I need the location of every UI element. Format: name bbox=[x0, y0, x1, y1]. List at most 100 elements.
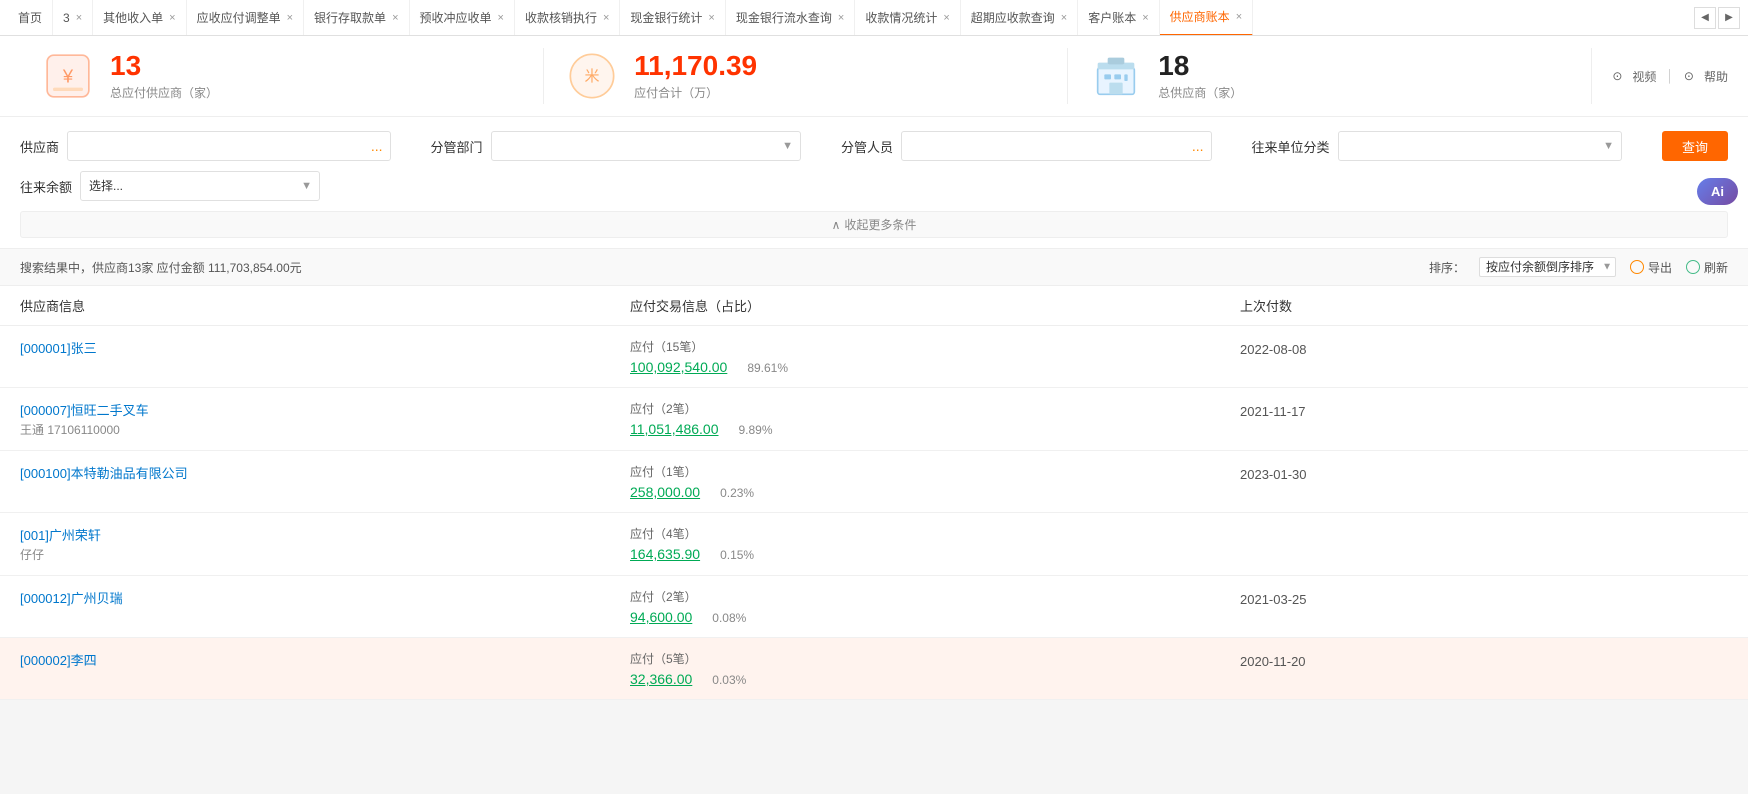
nav-tab-home[interactable]: 首页 bbox=[8, 0, 53, 36]
close-tab-prepay[interactable]: × bbox=[498, 12, 504, 24]
balance-select[interactable]: 选择... bbox=[80, 171, 320, 201]
result-bar: 搜索结果中，供应商13家 应付金额 111,703,854.00元 排序： 按应… bbox=[0, 249, 1748, 286]
filter-area: 供应商 ... 分管部门 ▼ 分管人员 ... bbox=[0, 117, 1748, 249]
balance-label: 往来余额 bbox=[20, 177, 72, 196]
nav-tab-other-income[interactable]: 其他收入单 × bbox=[93, 0, 186, 36]
close-tab-cash-stat[interactable]: × bbox=[708, 12, 714, 24]
supplier-link-3[interactable]: [001]广州荣轩 bbox=[20, 528, 101, 543]
category-select[interactable] bbox=[1338, 131, 1622, 161]
nav-tab-3[interactable]: 3 × bbox=[53, 0, 93, 36]
stat-label-2: 应付合计（万） bbox=[634, 84, 757, 101]
export-button[interactable]: 导出 bbox=[1630, 259, 1672, 276]
table-row: [000007]恒旺二手叉车 王通 17106110000 应付（2笔） 11,… bbox=[0, 388, 1748, 451]
dept-select[interactable] bbox=[491, 131, 801, 161]
sort-label: 排序： bbox=[1429, 259, 1465, 276]
stat-info-1: 13 总应付供应商（家） bbox=[110, 51, 218, 102]
nav-tab-receipt-exec[interactable]: 收款核销执行 × bbox=[515, 0, 620, 36]
help-icon: ⊙ bbox=[1684, 69, 1694, 83]
dept-label: 分管部门 bbox=[431, 137, 483, 156]
video-link[interactable]: 视频 bbox=[1632, 68, 1656, 85]
payable-amount-5[interactable]: 32,366.00 bbox=[630, 671, 692, 687]
payable-pct-1: 9.89% bbox=[739, 423, 773, 437]
nav-tab-overdue[interactable]: 超期应收款查询 × bbox=[961, 0, 1078, 36]
stat-number-3: 18 bbox=[1158, 51, 1242, 82]
nav-tab-cash-flow[interactable]: 现金银行流水查询 × bbox=[726, 0, 855, 36]
close-tab-ar-ap[interactable]: × bbox=[287, 12, 293, 24]
payable-amount-2[interactable]: 258,000.00 bbox=[630, 484, 700, 500]
close-tab-3[interactable]: × bbox=[76, 12, 82, 24]
top-nav: 首页 3 × 其他收入单 × 应收应付调整单 × 银行存取款单 × 预收冲应收单… bbox=[0, 0, 1748, 36]
close-tab-other-income[interactable]: × bbox=[169, 12, 175, 24]
supplier-link-5[interactable]: [000002]李四 bbox=[20, 653, 97, 668]
person-input[interactable] bbox=[901, 131, 1211, 161]
dept-select-wrap: ▼ bbox=[491, 131, 801, 161]
filter-row-2: 往来余额 选择... ▼ bbox=[20, 171, 1728, 201]
nav-tab-receipt-stat[interactable]: 收款情况统计 × bbox=[855, 0, 960, 36]
last-pay-cell-2: 2023-01-30 bbox=[1240, 463, 1606, 482]
close-tab-supplier[interactable]: × bbox=[1236, 11, 1242, 23]
stat-item-total-payable: 米 11,170.39 应付合计（万） bbox=[544, 48, 1068, 104]
payable-amount-0[interactable]: 100,092,540.00 bbox=[630, 359, 727, 375]
help-link[interactable]: 帮助 bbox=[1704, 68, 1728, 85]
nav-tab-supplier-ledger[interactable]: 供应商账本 × bbox=[1160, 0, 1253, 36]
supplier-cell-1: [000007]恒旺二手叉车 王通 17106110000 bbox=[20, 400, 630, 438]
payable-cell-0: 应付（15笔） 100,092,540.00 89.61% bbox=[630, 338, 1240, 375]
collapse-label: 收起更多条件 bbox=[844, 216, 916, 233]
nav-arrows: ◀ ▶ bbox=[1694, 7, 1740, 29]
col-header-payable: 应付交易信息（占比） bbox=[630, 296, 1240, 315]
sort-select-wrap: 按应付余额倒序排序 ▼ bbox=[1479, 257, 1616, 277]
export-label: 导出 bbox=[1648, 259, 1672, 276]
close-tab-bank[interactable]: × bbox=[392, 12, 398, 24]
category-label: 往来单位分类 bbox=[1252, 137, 1330, 156]
supplier-link-1[interactable]: [000007]恒旺二手叉车 bbox=[20, 403, 149, 418]
supplier-sub-3: 仔仔 bbox=[20, 546, 630, 563]
stat-item-suppliers-payable: ¥ 13 总应付供应商（家） bbox=[20, 48, 544, 104]
payable-label-3: 应付（4笔） bbox=[630, 525, 1240, 542]
payable-pct-0: 89.61% bbox=[747, 361, 788, 375]
supplier-dots-icon[interactable]: ... bbox=[371, 138, 383, 154]
search-button[interactable]: 查询 bbox=[1662, 131, 1728, 161]
close-tab-overdue[interactable]: × bbox=[1061, 12, 1067, 24]
nav-tab-cash-stat[interactable]: 现金银行统计 × bbox=[620, 0, 725, 36]
nav-tab-customer-ledger[interactable]: 客户账本 × bbox=[1078, 0, 1159, 36]
person-dots-icon[interactable]: ... bbox=[1192, 138, 1204, 154]
payable-pct-3: 0.15% bbox=[720, 548, 754, 562]
person-label: 分管人员 bbox=[841, 137, 893, 156]
payable-label-0: 应付（15笔） bbox=[630, 338, 1240, 355]
sort-select[interactable]: 按应付余额倒序排序 bbox=[1479, 257, 1616, 277]
supplier-input[interactable] bbox=[67, 131, 390, 161]
payable-cell-3: 应付（4笔） 164,635.90 0.15% bbox=[630, 525, 1240, 562]
close-tab-receipt-stat[interactable]: × bbox=[943, 12, 949, 24]
filter-item-dept: 分管部门 ▼ bbox=[431, 131, 802, 161]
table-header: 供应商信息 应付交易信息（占比） 上次付数 bbox=[0, 286, 1748, 326]
payable-amount-3[interactable]: 164,635.90 bbox=[630, 546, 700, 562]
nav-tab-prepay[interactable]: 预收冲应收单 × bbox=[410, 0, 515, 36]
close-tab-receipt-exec[interactable]: × bbox=[603, 12, 609, 24]
nav-tab-bank[interactable]: 银行存取款单 × bbox=[304, 0, 409, 36]
collapse-button[interactable]: ∧ 收起更多条件 bbox=[20, 211, 1728, 238]
supplier-input-wrap: ... bbox=[67, 131, 390, 161]
balance-select-wrap: 选择... ▼ bbox=[80, 171, 320, 201]
supplier-link-0[interactable]: [000001]张三 bbox=[20, 341, 97, 356]
refresh-button[interactable]: 刷新 bbox=[1686, 259, 1728, 276]
filter-row-1: 供应商 ... 分管部门 ▼ 分管人员 ... bbox=[20, 131, 1728, 161]
stat-icon-2: 米 bbox=[564, 48, 620, 104]
collapse-chevron-icon: ∧ bbox=[832, 218, 841, 232]
payable-amount-4[interactable]: 94,600.00 bbox=[630, 609, 692, 625]
table-row: [001]广州荣轩 仔仔 应付（4笔） 164,635.90 0.15% bbox=[0, 513, 1748, 576]
close-tab-customer[interactable]: × bbox=[1142, 12, 1148, 24]
close-tab-cash-flow[interactable]: × bbox=[838, 12, 844, 24]
supplier-link-4[interactable]: [000012]广州贝瑞 bbox=[20, 591, 123, 606]
supplier-link-2[interactable]: [000100]本特勒油品有限公司 bbox=[20, 466, 188, 481]
payable-label-5: 应付（5笔） bbox=[630, 650, 1240, 667]
nav-tab-ar-ap[interactable]: 应收应付调整单 × bbox=[187, 0, 304, 36]
export-icon bbox=[1630, 260, 1644, 274]
stats-bar: ¥ 13 总应付供应商（家） 米 11,170.39 应付合计（万） bbox=[0, 36, 1748, 117]
nav-next-btn[interactable]: ▶ bbox=[1718, 7, 1740, 29]
payable-amount-1[interactable]: 11,051,486.00 bbox=[630, 421, 719, 437]
refresh-icon bbox=[1686, 260, 1700, 274]
stat-number-1: 13 bbox=[110, 51, 218, 82]
separator: │ bbox=[1666, 69, 1674, 83]
nav-prev-btn[interactable]: ◀ bbox=[1694, 7, 1716, 29]
ai-button[interactable]: Ai bbox=[1697, 178, 1738, 205]
